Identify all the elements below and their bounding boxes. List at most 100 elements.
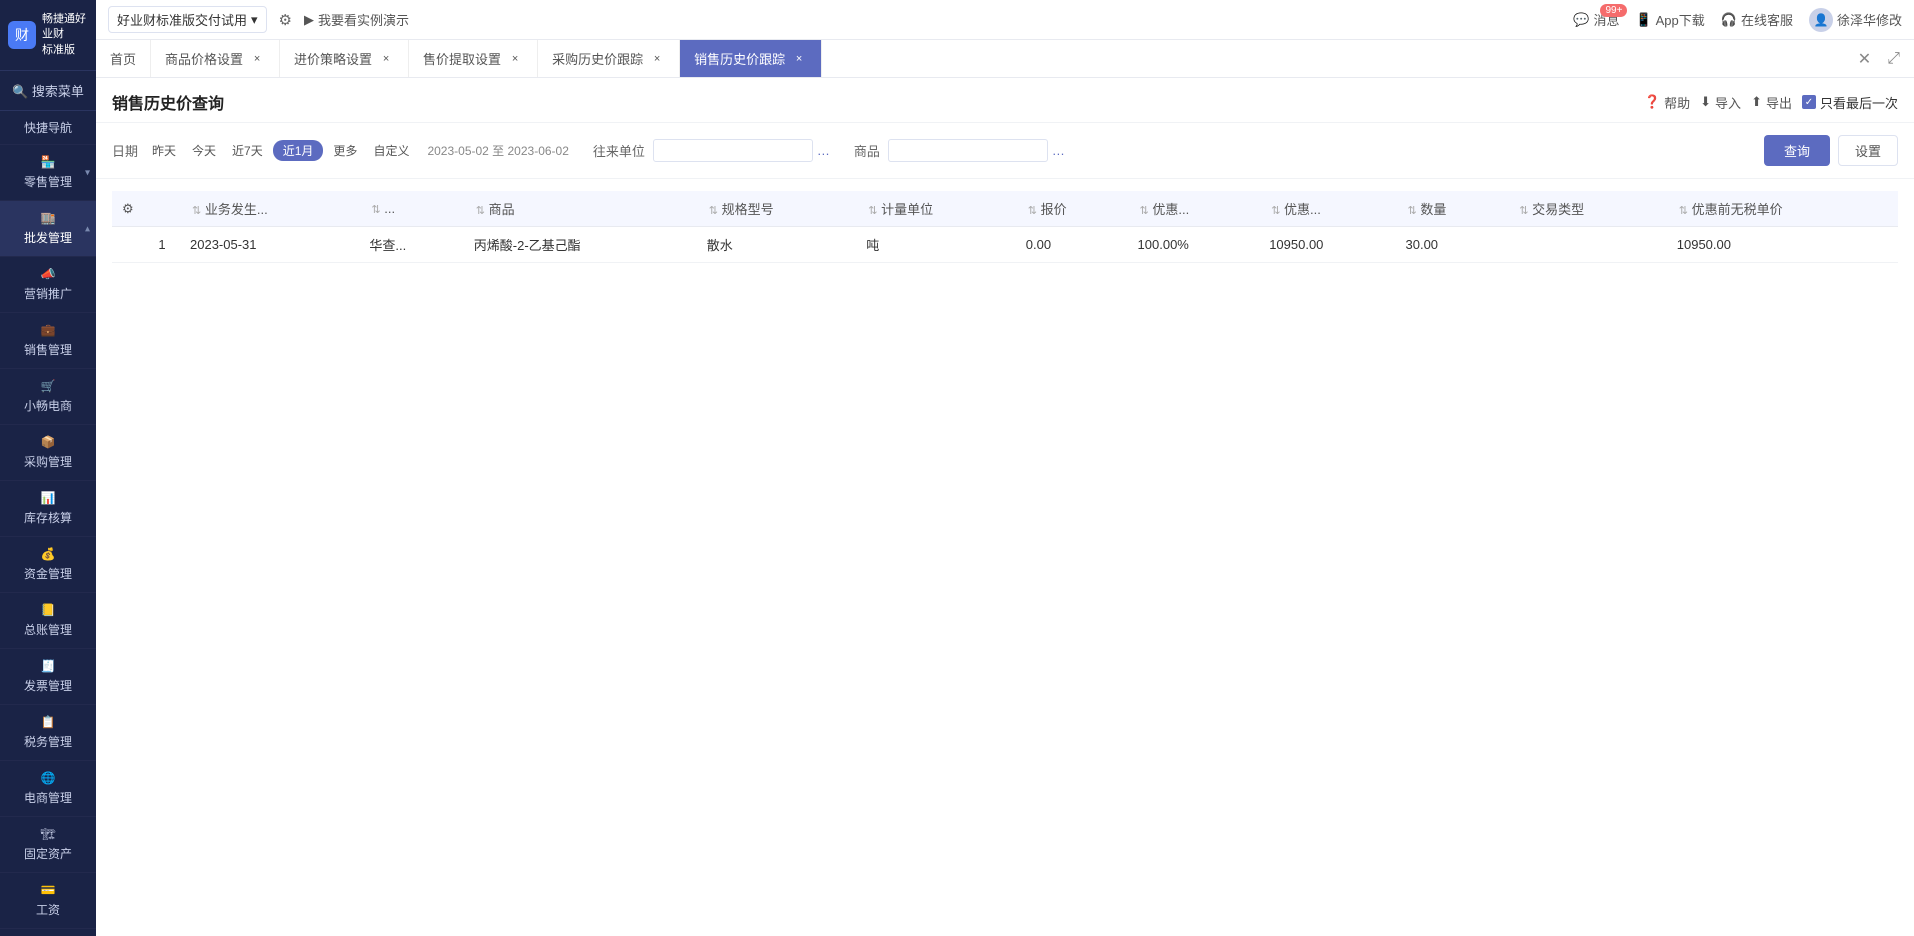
export-icon: ⬆ bbox=[1751, 94, 1762, 110]
source-unit-more-btn[interactable]: … bbox=[817, 143, 830, 158]
product-filter-group: 商品 … bbox=[854, 139, 1065, 162]
data-table: ⚙ ⇅ 业务发生... ⇅ ... bbox=[112, 191, 1898, 263]
retail-icon: 🏪 bbox=[41, 155, 56, 169]
sidebar-search-menu[interactable]: 🔍 搜索菜单 bbox=[0, 71, 96, 111]
tab-purchase-hist[interactable]: 采购历史价跟踪 × bbox=[538, 40, 680, 78]
tax-icon: 📋 bbox=[41, 715, 56, 729]
table-row: 1 2023-05-31 华查... 丙烯酸-2-乙基己酯 散水 吨 0.00 … bbox=[112, 227, 1898, 263]
sidebar-item-marketing[interactable]: 📣 营销推广 bbox=[0, 257, 96, 313]
play-icon: ▶ bbox=[304, 12, 314, 28]
sidebar-item-inventory[interactable]: 📊 库存核算 bbox=[0, 481, 96, 537]
message-icon: 💬 bbox=[1573, 12, 1589, 28]
sidebar-item-wholesale[interactable]: 🏬 批发管理 ▴ bbox=[0, 201, 96, 257]
sidebar-item-invoice[interactable]: 🧾 发票管理 bbox=[0, 649, 96, 705]
sidebar-item-retail[interactable]: 🏪 零售管理 ▾ bbox=[0, 145, 96, 201]
tab-strategy[interactable]: 进价策略设置 × bbox=[280, 40, 409, 78]
service-button[interactable]: 🎧 在线客服 bbox=[1721, 10, 1793, 29]
date-opt-custom[interactable]: 自定义 bbox=[367, 140, 415, 161]
product-input-group: … bbox=[888, 139, 1065, 162]
th-more[interactable]: ⇅ ... bbox=[359, 191, 463, 227]
th-product[interactable]: ⇅ 商品 bbox=[464, 191, 697, 227]
sidebar-item-quicknav[interactable]: 快捷导航 bbox=[0, 111, 96, 145]
source-unit-label: 往来单位 bbox=[593, 141, 645, 160]
th-unit[interactable]: ⇅ 计量单位 bbox=[856, 191, 1016, 227]
message-button[interactable]: 💬 消息 99+ bbox=[1573, 10, 1619, 29]
th-trans-type[interactable]: ⇅ 交易类型 bbox=[1507, 191, 1667, 227]
sort-icon-5: ⇅ bbox=[868, 205, 877, 217]
th-spec[interactable]: ⇅ 规格型号 bbox=[697, 191, 857, 227]
th-discount-val[interactable]: ⇅ 优惠... bbox=[1259, 191, 1395, 227]
app-download-button[interactable]: 📱 App下载 bbox=[1635, 10, 1704, 29]
sidebar-item-ledger[interactable]: 📒 总账管理 bbox=[0, 593, 96, 649]
tab-maximize-button[interactable]: ⤢ bbox=[1881, 48, 1906, 70]
import-button[interactable]: ⬇ 导入 bbox=[1700, 93, 1741, 112]
th-gear[interactable]: ⚙ bbox=[112, 191, 144, 227]
tab-close-window-button[interactable]: ✕ bbox=[1852, 47, 1877, 71]
sidebar-item-salary[interactable]: 💳 工资 bbox=[0, 873, 96, 929]
date-options: 昨天 今天 近7天 近1月 更多 自定义 bbox=[146, 140, 415, 161]
only-last-checkbox[interactable]: ✓ 只看最后一次 bbox=[1802, 93, 1898, 112]
date-opt-more[interactable]: 更多 bbox=[327, 140, 363, 161]
salary-icon: 💳 bbox=[41, 883, 56, 897]
sidebar-item-ecom[interactable]: 🌐 电商管理 bbox=[0, 761, 96, 817]
source-unit-input[interactable] bbox=[653, 139, 813, 162]
th-discount-pct[interactable]: ⇅ 优惠... bbox=[1128, 191, 1260, 227]
sidebar-item-ecom-label: 电商管理 bbox=[24, 789, 72, 806]
sidebar-item-sales[interactable]: 💼 销售管理 bbox=[0, 313, 96, 369]
sidebar-item-purchase[interactable]: 📦 采购管理 bbox=[0, 425, 96, 481]
settings-button[interactable]: 设置 bbox=[1838, 135, 1898, 166]
sidebar-item-retail-label: 零售管理 bbox=[24, 173, 72, 190]
product-label: 商品 bbox=[854, 141, 880, 160]
th-price[interactable]: ⇅ 报价 bbox=[1016, 191, 1128, 227]
date-opt-last1m[interactable]: 近1月 bbox=[273, 140, 324, 161]
th-pretax-price[interactable]: ⇅ 优惠前无税单价 bbox=[1667, 191, 1898, 227]
sidebar-item-finance-label: 资金管理 bbox=[24, 565, 72, 582]
tab-extract[interactable]: 售价提取设置 × bbox=[409, 40, 538, 78]
main-area: 好业财标准版交付试用 ▾ ⚙ ▶ 我要看实例演示 💬 消息 99+ 📱 App下… bbox=[96, 0, 1914, 936]
th-pretax-price-label: 优惠前无税单价 bbox=[1692, 202, 1783, 217]
product-select-label: 好业财标准版交付试用 bbox=[117, 10, 247, 29]
tab-extract-close[interactable]: × bbox=[507, 51, 523, 67]
product-input[interactable] bbox=[888, 139, 1048, 162]
topbar-settings-icon[interactable]: ⚙ bbox=[279, 11, 292, 29]
date-opt-yesterday[interactable]: 昨天 bbox=[146, 140, 182, 161]
checkbox-icon: ✓ bbox=[1802, 95, 1816, 109]
sidebar-item-smart[interactable]: 🤖 智能管理 bbox=[0, 929, 96, 936]
tab-price-close[interactable]: × bbox=[249, 51, 265, 67]
tab-home[interactable]: 首页 bbox=[96, 40, 151, 78]
tab-strategy-label: 进价策略设置 bbox=[294, 49, 372, 68]
sidebar-item-marketing-label: 营销推广 bbox=[24, 285, 72, 302]
gear-icon: ⚙ bbox=[122, 201, 134, 216]
sidebar-item-finance[interactable]: 💰 资金管理 bbox=[0, 537, 96, 593]
query-button[interactable]: 查询 bbox=[1764, 135, 1830, 166]
page-header: 销售历史价查询 ❓ 帮助 ⬇ 导入 ⬆ 导出 ✓ bbox=[96, 78, 1914, 123]
date-opt-last7[interactable]: 近7天 bbox=[226, 140, 269, 161]
help-button[interactable]: ❓ 帮助 bbox=[1644, 93, 1690, 112]
th-unit-label: 计量单位 bbox=[881, 202, 933, 217]
th-qty-label: 数量 bbox=[1420, 202, 1446, 217]
table-body: 1 2023-05-31 华查... 丙烯酸-2-乙基己酯 散水 吨 0.00 … bbox=[112, 227, 1898, 263]
app-download-label: App下载 bbox=[1656, 10, 1705, 29]
product-select[interactable]: 好业财标准版交付试用 ▾ bbox=[108, 6, 267, 33]
sidebar-item-wholesale-label: 批发管理 bbox=[24, 229, 72, 246]
user-menu[interactable]: 👤 徐泽华修改 bbox=[1809, 8, 1902, 32]
topbar-demo[interactable]: ▶ 我要看实例演示 bbox=[304, 10, 409, 29]
tab-price[interactable]: 商品价格设置 × bbox=[151, 40, 280, 78]
date-opt-today[interactable]: 今天 bbox=[186, 140, 222, 161]
export-button[interactable]: ⬆ 导出 bbox=[1751, 93, 1792, 112]
sidebar-item-asset[interactable]: 🏗 固定资产 bbox=[0, 817, 96, 873]
tab-purchase-hist-close[interactable]: × bbox=[649, 51, 665, 67]
sidebar-item-xiaochang[interactable]: 🛒 小畅电商 bbox=[0, 369, 96, 425]
row-spec-cell: 散水 bbox=[697, 227, 857, 263]
th-qty[interactable]: ⇅ 数量 bbox=[1396, 191, 1508, 227]
tab-sales-hist-close[interactable]: × bbox=[791, 51, 807, 67]
marketing-icon: 📣 bbox=[41, 267, 56, 281]
purchase-icon: 📦 bbox=[41, 435, 56, 449]
tab-sales-hist[interactable]: 销售历史价跟踪 × bbox=[680, 40, 822, 78]
sidebar-item-tax[interactable]: 📋 税务管理 bbox=[0, 705, 96, 761]
row-trans-type-cell bbox=[1507, 227, 1667, 263]
tab-strategy-close[interactable]: × bbox=[378, 51, 394, 67]
tab-extract-label: 售价提取设置 bbox=[423, 49, 501, 68]
product-more-btn[interactable]: … bbox=[1052, 143, 1065, 158]
th-biz-date[interactable]: ⇅ 业务发生... bbox=[180, 191, 359, 227]
